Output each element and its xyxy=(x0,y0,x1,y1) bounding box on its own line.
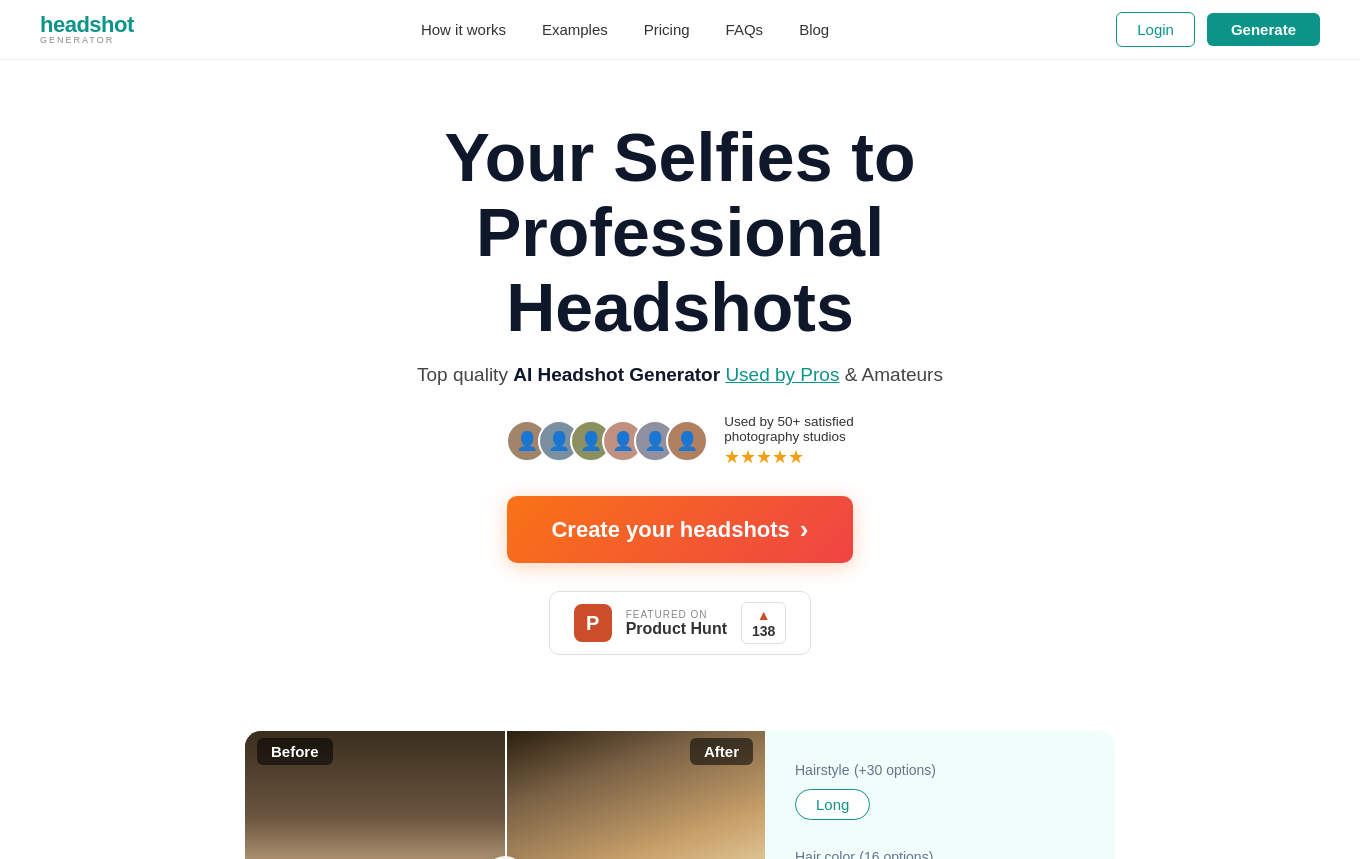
nav-link-how-it-works[interactable]: How it works xyxy=(421,21,506,38)
hairstyle-value[interactable]: Long xyxy=(795,789,870,820)
split-line xyxy=(505,731,507,859)
hero-title-line1: Your Selfies to Professional xyxy=(444,119,915,270)
hairstyle-label: Hairstyle (+30 options) xyxy=(795,761,1085,779)
product-hunt-badge[interactable]: P FEATURED ON Product Hunt ▲ 138 xyxy=(549,591,812,655)
after-label: After xyxy=(690,738,753,765)
product-hunt-name: Product Hunt xyxy=(626,620,727,638)
login-button[interactable]: Login xyxy=(1116,12,1195,47)
nav-links: How it works Examples Pricing FAQs Blog xyxy=(421,21,829,38)
hair-color-group: Hair color (16 options) Blond xyxy=(795,848,1085,859)
demo-options-panel: Hairstyle (+30 options) Long Hair color … xyxy=(765,731,1115,859)
product-hunt-upvote[interactable]: ▲ 138 xyxy=(741,602,786,644)
avatar-text: Used by 50+ satisfied photography studio… xyxy=(724,414,853,468)
before-label: Before xyxy=(257,738,333,765)
logo-sub: GENERATOR xyxy=(40,36,134,45)
avatars-row: 👤 👤 👤 👤 👤 👤 Used by 50+ satisfied photog… xyxy=(20,414,1340,468)
product-hunt-text: FEATURED ON Product Hunt xyxy=(626,609,727,638)
logo-main: headshot xyxy=(40,14,134,36)
ph-count: 138 xyxy=(752,623,775,639)
avatar-text-line1: Used by 50+ satisfied xyxy=(724,414,853,429)
avatar-6: 👤 xyxy=(666,420,708,462)
hair-color-label: Hair color (16 options) xyxy=(795,848,1085,859)
before-after-container: Before After xyxy=(245,731,765,859)
subtitle-prefix: Top quality xyxy=(417,364,513,385)
avatars-group: 👤 👤 👤 👤 👤 👤 xyxy=(506,420,708,462)
cta-label: Create your headshots xyxy=(551,517,789,543)
before-label-wrapper: Before xyxy=(257,743,333,761)
before-half: Before xyxy=(245,731,505,859)
after-label-wrapper: After xyxy=(690,743,753,761)
cta-arrow: › xyxy=(800,514,809,545)
subtitle-link[interactable]: Used by Pros xyxy=(725,364,839,385)
hero-title: Your Selfies to Professional Headshots xyxy=(250,120,1110,344)
navbar: headshot GENERATOR How it works Examples… xyxy=(0,0,1360,60)
avatar-text-line2: photography studios xyxy=(724,429,853,444)
after-half: After xyxy=(505,731,765,859)
logo[interactable]: headshot GENERATOR xyxy=(40,14,134,45)
hero-subtitle: Top quality AI Headshot Generator Used b… xyxy=(20,364,1340,386)
ph-arrow-icon: ▲ xyxy=(757,607,771,623)
nav-link-examples[interactable]: Examples xyxy=(542,21,608,38)
nav-actions: Login Generate xyxy=(1116,12,1320,47)
nav-link-faqs[interactable]: FAQs xyxy=(726,21,764,38)
hero-section: Your Selfies to Professional Headshots T… xyxy=(0,60,1360,695)
hairstyle-group: Hairstyle (+30 options) Long xyxy=(795,761,1085,820)
subtitle-suffix: & Amateurs xyxy=(839,364,943,385)
generate-button[interactable]: Generate xyxy=(1207,13,1320,46)
product-hunt-icon: P xyxy=(574,604,612,642)
hero-title-line2: Headshots xyxy=(506,269,854,345)
cta-button[interactable]: Create your headshots › xyxy=(507,496,852,563)
subtitle-brand: AI Headshot Generator xyxy=(513,364,720,385)
stars: ★★★★★ xyxy=(724,446,853,468)
product-hunt-featured: FEATURED ON xyxy=(626,609,727,620)
demo-section: Before After Hairstyle (+30 options) Lon… xyxy=(245,731,1115,859)
nav-link-blog[interactable]: Blog xyxy=(799,21,829,38)
nav-link-pricing[interactable]: Pricing xyxy=(644,21,690,38)
